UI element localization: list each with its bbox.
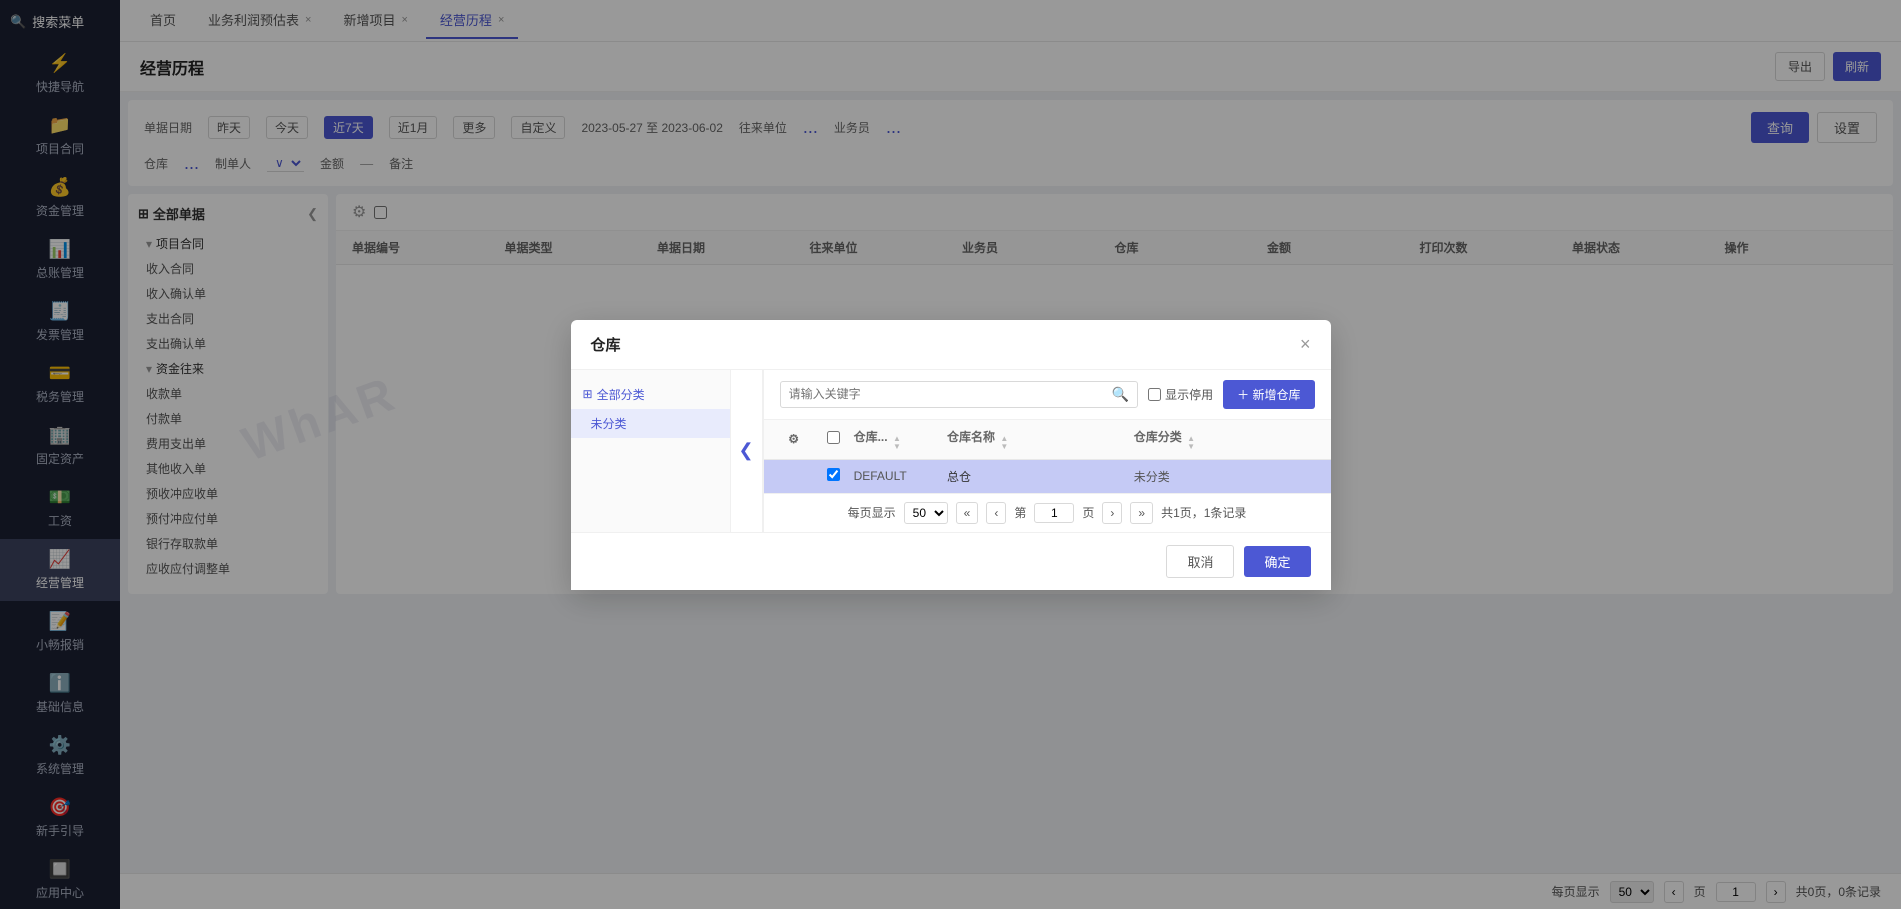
row-code: DEFAULT xyxy=(854,469,947,483)
modal-category-panel: ⊞ 全部分类 未分类 xyxy=(571,370,731,532)
modal-page-label-pre: 第 xyxy=(1014,504,1026,521)
modal-select-all-checkbox[interactable] xyxy=(827,431,840,444)
col-check-header[interactable] xyxy=(814,431,854,447)
modal-prev-page-btn[interactable]: ‹ xyxy=(986,502,1006,524)
modal-search-icon[interactable]: 🔍 xyxy=(1112,386,1129,403)
col-setting-header[interactable]: ⚙ xyxy=(774,432,814,446)
warehouse-modal: 仓库 × ⊞ 全部分类 未分类 ❮ xyxy=(571,320,1331,590)
row-name: 总仓 xyxy=(947,468,1134,485)
show-disabled-text: 显示停用 xyxy=(1165,386,1213,403)
sort-icon-cat: ▲▼ xyxy=(1187,435,1195,451)
modal-page-input[interactable] xyxy=(1034,503,1074,523)
modal-footer: 取消 确定 xyxy=(571,532,1331,590)
modal-table-header: ⚙ 仓库... ▲▼ 仓库名称 ▲▼ 仓库分类 ▲▼ xyxy=(764,420,1331,460)
modal-toolbar: 🔍 显示停用 ＋ 新增仓库 xyxy=(764,370,1331,420)
modal-header: 仓库 × xyxy=(571,320,1331,370)
modal-next-page-btn[interactable]: › xyxy=(1102,502,1122,524)
modal-total-text: 共1页，1条记录 xyxy=(1161,504,1246,521)
modal-left-section: ⊞ 全部分类 未分类 ❮ xyxy=(571,370,764,532)
modal-search-input[interactable] xyxy=(789,387,1112,401)
modal-title: 仓库 xyxy=(591,334,621,355)
modal-table: ⚙ 仓库... ▲▼ 仓库名称 ▲▼ 仓库分类 ▲▼ xyxy=(764,420,1331,493)
modal-cat-unclassified[interactable]: 未分类 xyxy=(571,409,730,438)
modal-search-box: 🔍 xyxy=(780,381,1139,408)
modal-pagination: 每页显示 50 « ‹ 第 页 › » 共1页，1条记录 xyxy=(764,493,1331,532)
row-check[interactable] xyxy=(814,468,854,484)
modal-confirm-button[interactable]: 确定 xyxy=(1244,546,1310,577)
modal-cat-all-btn[interactable]: ⊞ 全部分类 xyxy=(571,380,730,409)
modal-cancel-button[interactable]: 取消 xyxy=(1166,545,1234,578)
col-cat-header: 仓库分类 ▲▼ xyxy=(1134,428,1321,451)
modal-last-page-btn[interactable]: » xyxy=(1130,502,1153,524)
modal-add-warehouse-btn[interactable]: ＋ 新增仓库 xyxy=(1223,380,1314,409)
modal-close-button[interactable]: × xyxy=(1300,335,1311,353)
sort-icon-name: ▲▼ xyxy=(1000,435,1008,451)
modal-cat-all-icon: ⊞ xyxy=(583,387,593,401)
row-checkbox[interactable] xyxy=(827,468,840,481)
modal-cat-all-label: 全部分类 xyxy=(597,386,645,403)
modal-per-page-label: 每页显示 xyxy=(848,504,896,521)
modal-overlay: 仓库 × ⊞ 全部分类 未分类 ❮ xyxy=(0,0,1901,909)
col-name-header: 仓库名称 ▲▼ xyxy=(947,428,1134,451)
show-disabled-checkbox[interactable] xyxy=(1148,388,1161,401)
modal-per-page-select[interactable]: 50 xyxy=(904,502,948,524)
row-category: 未分类 xyxy=(1134,468,1321,485)
modal-body: ⊞ 全部分类 未分类 ❮ 🔍 显示停用 xyxy=(571,370,1331,532)
show-disabled-label[interactable]: 显示停用 xyxy=(1148,386,1213,403)
sort-icon: ▲▼ xyxy=(893,435,901,451)
table-row[interactable]: DEFAULT 总仓 未分类 xyxy=(764,460,1331,493)
col-id-header: 仓库... ▲▼ xyxy=(854,428,947,451)
modal-left-toggle-btn[interactable]: ❮ xyxy=(731,370,763,532)
modal-first-page-btn[interactable]: « xyxy=(956,502,979,524)
modal-page-suffix: 页 xyxy=(1082,504,1094,521)
modal-right-panel: 🔍 显示停用 ＋ 新增仓库 ⚙ 仓库... ▲▼ xyxy=(764,370,1331,532)
